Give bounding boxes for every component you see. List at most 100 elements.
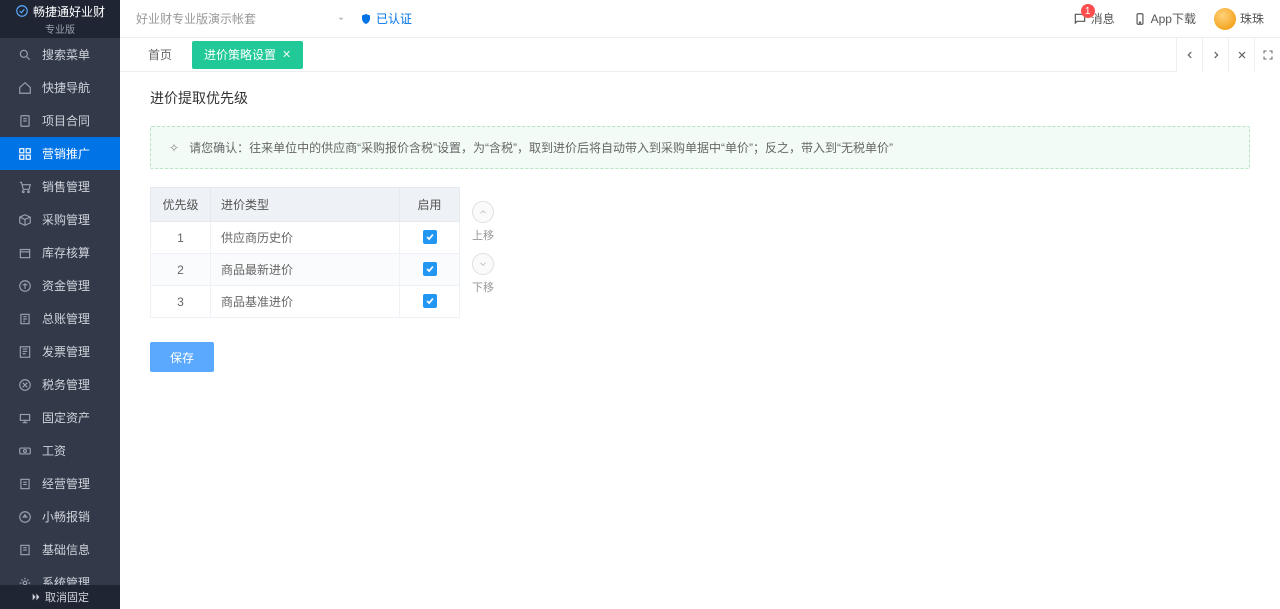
sidebar-item-6[interactable]: 库存核算 xyxy=(0,236,120,269)
chevron-down-icon xyxy=(336,14,346,24)
app-download-button[interactable]: App下载 xyxy=(1133,10,1196,27)
sidebar-item-label: 系统管理 xyxy=(42,574,90,585)
money-icon xyxy=(18,279,32,293)
page-title: 进价提取优先级 xyxy=(150,88,1250,108)
sidebar-item-9[interactable]: 发票管理 xyxy=(0,335,120,368)
sidebar-item-15[interactable]: 基础信息 xyxy=(0,533,120,566)
chevron-right-icon xyxy=(1211,50,1221,60)
th-type: 进价类型 xyxy=(211,188,400,222)
sidebar-item-label: 工资 xyxy=(42,442,66,459)
cell-priority: 2 xyxy=(151,254,211,286)
notice-text: 请您确认：往来单位中的供应商“采购报价含税”设置，为“含税”，取到进价后将自动带… xyxy=(189,139,893,156)
box-icon xyxy=(18,213,32,227)
save-label: 保存 xyxy=(170,349,194,366)
home-icon xyxy=(18,81,32,95)
table-row[interactable]: 3商品基准进价 xyxy=(151,286,460,318)
table-row[interactable]: 2商品最新进价 xyxy=(151,254,460,286)
account-select[interactable]: 好业财专业版演示帐套 xyxy=(136,10,346,27)
tax-icon xyxy=(18,378,32,392)
move-up-label: 上移 xyxy=(472,227,494,243)
invoice-icon xyxy=(18,345,32,359)
notice-banner: ✧ 请您确认：往来单位中的供应商“采购报价含税”设置，为“含税”，取到进价后将自… xyxy=(150,126,1250,169)
sidebar-item-14[interactable]: 小畅报销 xyxy=(0,500,120,533)
main: 好业财专业版演示帐套 已认证 1 消息 App下载 xyxy=(120,0,1280,609)
cell-type: 商品最新进价 xyxy=(211,254,400,286)
search-icon xyxy=(18,48,32,62)
th-enable: 启用 xyxy=(400,188,460,222)
ledger-icon xyxy=(18,312,32,326)
enable-checkbox[interactable] xyxy=(423,294,437,308)
sidebar-item-2[interactable]: 项目合同 xyxy=(0,104,120,137)
th-priority: 优先级 xyxy=(151,188,211,222)
sidebar-item-7[interactable]: 资金管理 xyxy=(0,269,120,302)
expand-icon xyxy=(1262,49,1274,61)
sidebar-item-10[interactable]: 税务管理 xyxy=(0,368,120,401)
sidebar-item-4[interactable]: 销售管理 xyxy=(0,170,120,203)
sidebar-item-label: 采购管理 xyxy=(42,211,90,228)
sidebar-item-5[interactable]: 采购管理 xyxy=(0,203,120,236)
tabbar: 首页 进价策略设置✕ xyxy=(120,38,1280,72)
move-up-button[interactable] xyxy=(472,201,494,223)
cell-type: 商品基准进价 xyxy=(211,286,400,318)
sidebar-item-label: 税务管理 xyxy=(42,376,90,393)
sidebar-item-1[interactable]: 快捷导航 xyxy=(0,71,120,104)
chevron-down-icon xyxy=(478,259,488,269)
info-icon xyxy=(18,543,32,557)
enable-checkbox[interactable] xyxy=(423,230,437,244)
account-name: 好业财专业版演示帐套 xyxy=(136,10,256,27)
chevron-left-icon xyxy=(1185,50,1195,60)
cell-priority: 1 xyxy=(151,222,211,254)
messages-badge: 1 xyxy=(1081,4,1095,18)
tab-0[interactable]: 首页 xyxy=(136,41,184,69)
save-button[interactable]: 保存 xyxy=(150,342,214,372)
sidebar-item-label: 小畅报销 xyxy=(42,508,90,525)
tab-close-all-button[interactable] xyxy=(1228,38,1254,72)
sidebar-item-12[interactable]: 工资 xyxy=(0,434,120,467)
reimb-icon xyxy=(18,510,32,524)
sidebar-item-label: 固定资产 xyxy=(42,409,90,426)
move-down-button[interactable] xyxy=(472,253,494,275)
grid-icon xyxy=(18,147,32,161)
verified-badge[interactable]: 已认证 xyxy=(360,10,412,27)
asset-icon xyxy=(18,411,32,425)
tab-prev-button[interactable] xyxy=(1176,38,1202,72)
sidebar-item-13[interactable]: 经营管理 xyxy=(0,467,120,500)
avatar xyxy=(1214,8,1236,30)
topbar: 好业财专业版演示帐套 已认证 1 消息 App下载 xyxy=(120,0,1280,38)
sidebar-item-label: 营销推广 xyxy=(42,145,90,162)
phone-icon xyxy=(1133,12,1147,26)
table-row[interactable]: 1供应商历史价 xyxy=(151,222,460,254)
tab-close-icon[interactable]: ✕ xyxy=(282,48,291,61)
stock-icon xyxy=(18,246,32,260)
sidebar: 畅捷通好业财 专业版 搜索菜单快捷导航项目合同营销推广销售管理采购管理库存核算资… xyxy=(0,0,120,609)
close-icon xyxy=(1237,50,1247,60)
sidebar-item-16[interactable]: 系统管理 xyxy=(0,566,120,585)
sidebar-item-label: 销售管理 xyxy=(42,178,90,195)
sidebar-item-8[interactable]: 总账管理 xyxy=(0,302,120,335)
move-down-label: 下移 xyxy=(472,279,494,295)
tab-next-button[interactable] xyxy=(1202,38,1228,72)
sidebar-item-label: 项目合同 xyxy=(42,112,90,129)
salary-icon xyxy=(18,444,32,458)
sidebar-item-label: 基础信息 xyxy=(42,541,90,558)
pin-icon xyxy=(31,592,41,602)
user-menu[interactable]: 珠珠 xyxy=(1214,8,1264,30)
brand-name: 畅捷通好业财 xyxy=(33,3,105,20)
sparkle-icon: ✧ xyxy=(169,141,179,155)
sidebar-item-3[interactable]: 营销推广 xyxy=(0,137,120,170)
move-controls: 上移 下移 xyxy=(472,187,494,295)
sidebar-item-11[interactable]: 固定资产 xyxy=(0,401,120,434)
sidebar-item-label: 总账管理 xyxy=(42,310,90,327)
pin-toggle[interactable]: 取消固定 xyxy=(0,585,120,609)
sidebar-item-0[interactable]: 搜索菜单 xyxy=(0,38,120,71)
messages-button[interactable]: 1 消息 xyxy=(1073,10,1115,27)
fullscreen-button[interactable] xyxy=(1254,38,1280,72)
tab-1[interactable]: 进价策略设置✕ xyxy=(192,41,303,69)
sidebar-item-label: 库存核算 xyxy=(42,244,90,261)
sidebar-item-label: 发票管理 xyxy=(42,343,90,360)
enable-checkbox[interactable] xyxy=(423,262,437,276)
brand-sub: 专业版 xyxy=(45,21,75,36)
cell-enable xyxy=(400,286,460,318)
tab-label: 首页 xyxy=(148,46,172,63)
sidebar-item-label: 快捷导航 xyxy=(42,79,90,96)
